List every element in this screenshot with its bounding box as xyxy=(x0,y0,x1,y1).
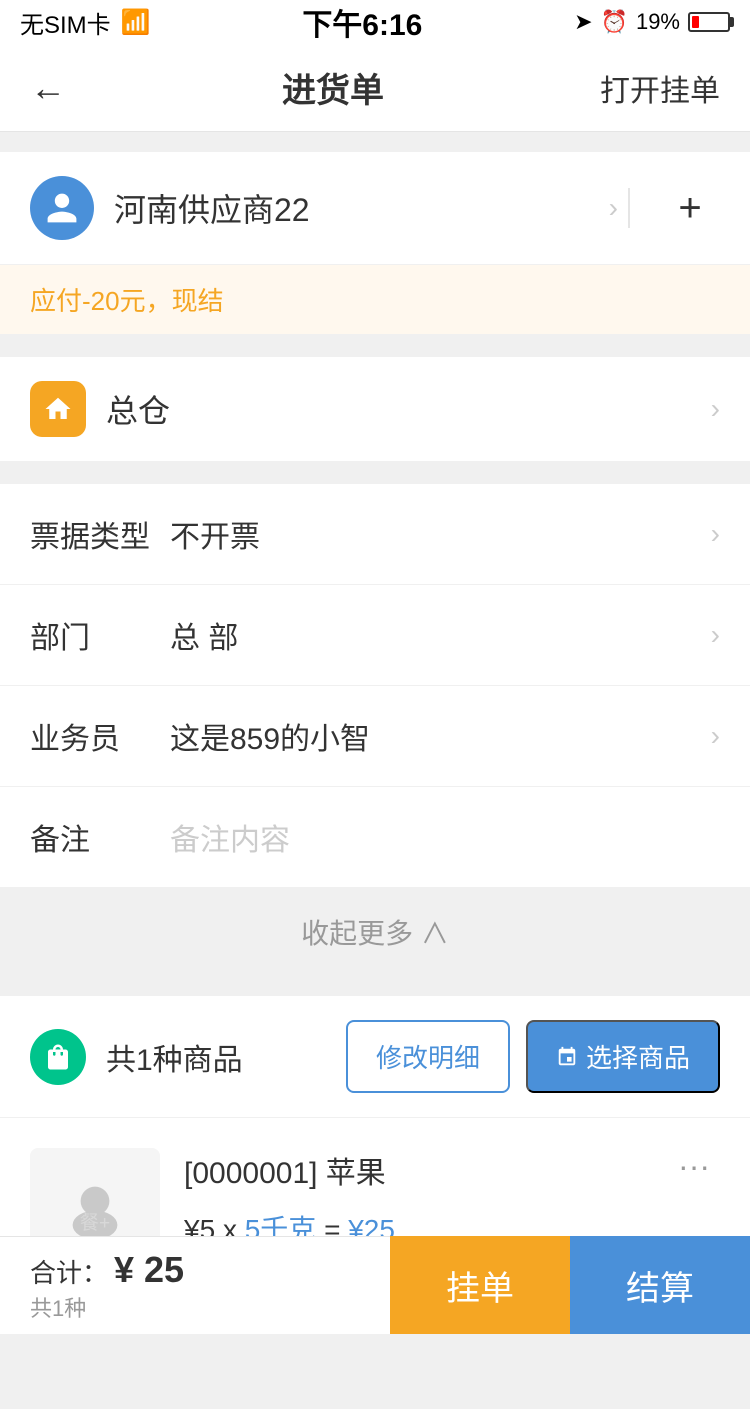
total-label: 合计： xyxy=(30,1253,108,1290)
bottom-bar: 合计： ¥ 25 共1种 挂单 结算 xyxy=(0,1236,750,1334)
warehouse-chevron: › xyxy=(711,393,720,425)
status-left: 无SIM卡 📶 xyxy=(20,5,151,40)
notice-bar: 应付-20元，现结 xyxy=(0,265,750,335)
edit-detail-button[interactable]: 修改明细 xyxy=(346,1020,510,1093)
shopping-bag-icon xyxy=(43,1042,73,1072)
supplier-section: 河南供应商22 › + 应付-20元，现结 xyxy=(0,152,750,335)
warehouse-name: 总仓 xyxy=(106,386,711,432)
gap-1 xyxy=(0,132,750,152)
products-header: 共1种商品 修改明细 选择商品 xyxy=(0,996,750,1118)
back-button[interactable]: ← xyxy=(30,67,66,109)
remark-input[interactable]: 备注内容 xyxy=(170,815,720,859)
gap-3 xyxy=(0,464,750,484)
form-section: 票据类型 不开票 › 部门 总 部 › 业务员 这是859的小智 › 备注 备注… xyxy=(0,484,750,888)
supplier-name: 河南供应商22 xyxy=(114,185,609,231)
nav-bar: ← 进货单 打开挂单 xyxy=(0,44,750,132)
product-info: [0000001] 苹果 ¥5 x 5千克 = ¥25 xyxy=(184,1148,668,1248)
carrier-text: 无SIM卡 xyxy=(20,5,111,40)
products-icon-badge xyxy=(30,1029,86,1085)
add-supplier-button[interactable]: + xyxy=(660,178,720,238)
battery-text: 19% xyxy=(636,9,680,35)
salesman-label: 业务员 xyxy=(30,714,170,758)
department-label: 部门 xyxy=(30,613,170,657)
supplier-chevron: › xyxy=(609,192,618,224)
warehouse-icon-badge xyxy=(30,381,86,437)
time-display: 下午6:16 xyxy=(302,0,422,44)
supplier-avatar xyxy=(30,176,94,240)
svg-text:餐+: 餐+ xyxy=(80,1212,110,1234)
supplier-divider xyxy=(628,188,630,228)
collapse-button[interactable]: 收起更多 ∧ xyxy=(0,890,750,974)
open-hang-button[interactable]: 打开挂单 xyxy=(600,66,720,110)
gap-2 xyxy=(0,337,750,357)
salesman-value: 这是859的小智 xyxy=(170,714,711,758)
warehouse-section: 总仓 › xyxy=(0,357,750,462)
products-count: 共1种商品 xyxy=(106,1035,346,1079)
alarm-icon: ⏰ xyxy=(601,9,628,35)
department-row[interactable]: 部门 总 部 › xyxy=(0,585,750,686)
invoice-chevron: › xyxy=(711,518,720,550)
status-right: ➤ ⏰ 19% xyxy=(574,9,730,35)
invoice-row[interactable]: 票据类型 不开票 › xyxy=(0,484,750,585)
status-bar: 无SIM卡 📶 下午6:16 ➤ ⏰ 19% xyxy=(0,0,750,44)
gap-4 xyxy=(0,974,750,994)
warehouse-row[interactable]: 总仓 › xyxy=(0,357,750,462)
home-icon xyxy=(43,394,73,424)
invoice-label: 票据类型 xyxy=(30,512,170,556)
wifi-icon: 📶 xyxy=(121,8,151,37)
supplier-row[interactable]: 河南供应商22 › + xyxy=(0,152,750,265)
salesman-row[interactable]: 业务员 这是859的小智 › xyxy=(0,686,750,787)
department-chevron: › xyxy=(711,619,720,651)
page-title: 进货单 xyxy=(282,63,384,112)
person-icon xyxy=(44,190,80,226)
remark-row[interactable]: 备注 备注内容 xyxy=(0,787,750,888)
remark-label: 备注 xyxy=(30,815,170,859)
select-product-label: 选择商品 xyxy=(586,1038,690,1075)
total-count: 共1种 xyxy=(30,1291,360,1323)
total-amount: ¥ 25 xyxy=(114,1249,184,1291)
total-section: 合计： ¥ 25 共1种 xyxy=(0,1236,390,1334)
product-more-button[interactable]: ··· xyxy=(668,1148,720,1185)
cart-icon xyxy=(556,1046,578,1068)
invoice-value: 不开票 xyxy=(170,512,711,556)
notice-text: 应付-20元，现结 xyxy=(30,286,224,316)
salesman-chevron: › xyxy=(711,720,720,752)
checkout-button[interactable]: 结算 xyxy=(570,1236,750,1334)
product-name: [0000001] 苹果 xyxy=(184,1148,668,1192)
select-product-button[interactable]: 选择商品 xyxy=(526,1020,720,1093)
hang-button[interactable]: 挂单 xyxy=(390,1236,570,1334)
location-icon: ➤ xyxy=(574,9,592,35)
department-value: 总 部 xyxy=(170,613,711,657)
battery-icon xyxy=(688,12,730,32)
